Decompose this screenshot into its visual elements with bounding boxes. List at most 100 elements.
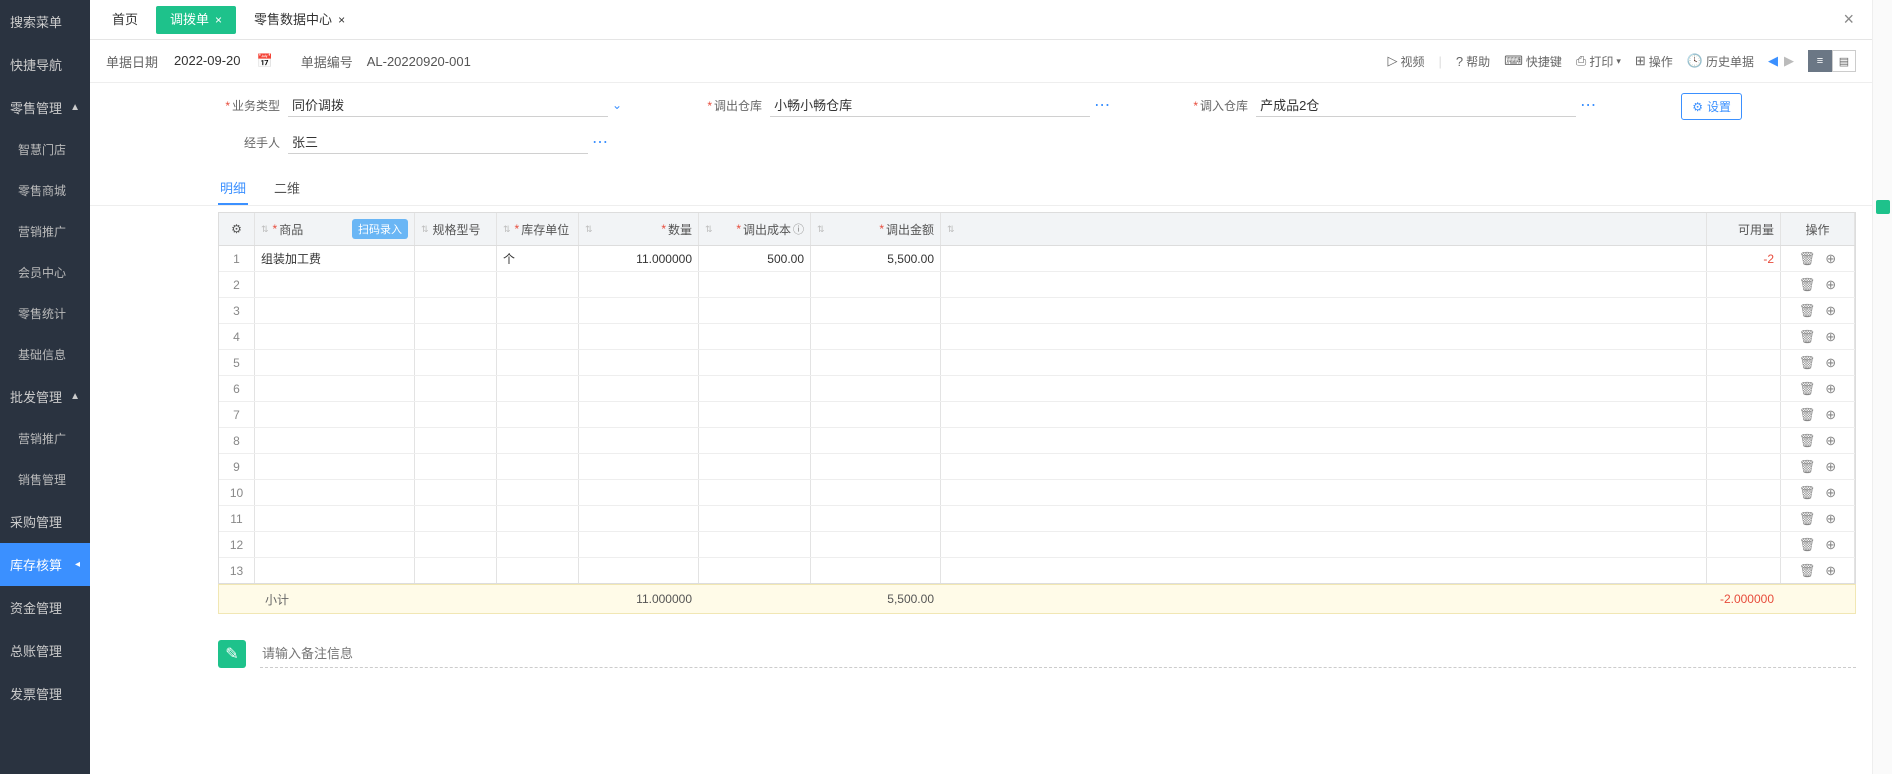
- delete-icon[interactable]: 🗑: [1796, 407, 1819, 423]
- cell-unit[interactable]: 个: [497, 246, 579, 271]
- cell-spec[interactable]: [415, 454, 497, 479]
- cell-product[interactable]: [255, 558, 415, 583]
- cell-qty[interactable]: [579, 532, 699, 557]
- sidebar-item[interactable]: 快捷导航: [0, 43, 90, 86]
- sidebar-item[interactable]: 零售商城: [0, 170, 90, 211]
- chevron-down-icon[interactable]: ⌄: [612, 98, 622, 112]
- cell-amount[interactable]: [811, 298, 941, 323]
- sort-icon[interactable]: ⇅: [947, 224, 955, 235]
- remark-input[interactable]: [260, 640, 1856, 668]
- sort-icon[interactable]: ⇅: [585, 224, 593, 235]
- cell-spec[interactable]: [415, 480, 497, 505]
- cell-spec[interactable]: [415, 272, 497, 297]
- scan-button[interactable]: 扫码录入: [352, 219, 408, 239]
- cell-cost[interactable]: [699, 506, 811, 531]
- cell-unit[interactable]: [497, 324, 579, 349]
- cell-qty[interactable]: [579, 454, 699, 479]
- sidebar-item[interactable]: 会员中心: [0, 252, 90, 293]
- table-row[interactable]: 11🗑⊕: [219, 506, 1855, 532]
- add-icon[interactable]: ⊕: [1822, 563, 1839, 579]
- cell-cost[interactable]: [699, 558, 811, 583]
- sort-icon[interactable]: ⇅: [705, 224, 713, 235]
- delete-icon[interactable]: 🗑: [1796, 277, 1819, 293]
- cell-unit[interactable]: [497, 428, 579, 453]
- cell-spec[interactable]: [415, 428, 497, 453]
- table-row[interactable]: 10🗑⊕: [219, 480, 1855, 506]
- cell-unit[interactable]: [497, 532, 579, 557]
- table-row[interactable]: 7🗑⊕: [219, 402, 1855, 428]
- cell-spec[interactable]: [415, 376, 497, 401]
- delete-icon[interactable]: 🗑: [1796, 329, 1819, 345]
- cell-qty[interactable]: [579, 428, 699, 453]
- cell-unit[interactable]: [497, 506, 579, 531]
- delete-icon[interactable]: 🗑: [1796, 251, 1819, 267]
- table-row[interactable]: 9🗑⊕: [219, 454, 1855, 480]
- cell-cost[interactable]: [699, 480, 811, 505]
- add-icon[interactable]: ⊕: [1822, 459, 1839, 475]
- cell-qty[interactable]: [579, 298, 699, 323]
- sidebar-item[interactable]: 资金管理: [0, 586, 90, 629]
- cell-qty[interactable]: [579, 324, 699, 349]
- cell-unit[interactable]: [497, 272, 579, 297]
- cell-product[interactable]: 组装加工费: [255, 246, 415, 271]
- cell-spec[interactable]: [415, 506, 497, 531]
- cell-amount[interactable]: [811, 480, 941, 505]
- cell-unit[interactable]: [497, 454, 579, 479]
- prev-doc-icon[interactable]: ◀: [1768, 53, 1778, 69]
- table-row[interactable]: 1组装加工费个11.000000500.005,500.00-2🗑⊕: [219, 246, 1855, 272]
- ops-button[interactable]: ⊞操作: [1635, 53, 1673, 70]
- info-icon[interactable]: ⓘ: [793, 221, 804, 237]
- cell-amount[interactable]: [811, 272, 941, 297]
- cell-cost[interactable]: [699, 324, 811, 349]
- cell-amount[interactable]: [811, 558, 941, 583]
- cell-qty[interactable]: [579, 506, 699, 531]
- sidebar-item[interactable]: 营销推广: [0, 211, 90, 252]
- col-unit[interactable]: ⇅*库存单位: [497, 213, 579, 245]
- cell-qty[interactable]: [579, 402, 699, 427]
- table-row[interactable]: 2🗑⊕: [219, 272, 1855, 298]
- cell-product[interactable]: [255, 402, 415, 427]
- cell-qty[interactable]: [579, 376, 699, 401]
- cell-product[interactable]: [255, 532, 415, 557]
- next-doc-icon[interactable]: ▶: [1784, 53, 1794, 69]
- cell-unit[interactable]: [497, 402, 579, 427]
- print-button[interactable]: ⎙打印▾: [1576, 53, 1621, 70]
- cell-qty[interactable]: 11.000000: [579, 246, 699, 271]
- cell-qty[interactable]: [579, 480, 699, 505]
- cell-product[interactable]: [255, 272, 415, 297]
- more-icon[interactable]: ⋯: [1094, 95, 1108, 115]
- sidebar-item[interactable]: 搜索菜单: [0, 0, 90, 43]
- col-cost[interactable]: ⇅*调出成本ⓘ: [699, 213, 811, 245]
- add-icon[interactable]: ⊕: [1822, 537, 1839, 553]
- tab[interactable]: 调拨单×: [156, 6, 236, 34]
- delete-icon[interactable]: 🗑: [1796, 433, 1819, 449]
- add-icon[interactable]: ⊕: [1822, 329, 1839, 345]
- cell-spec[interactable]: [415, 324, 497, 349]
- cell-product[interactable]: [255, 376, 415, 401]
- handler-input[interactable]: [288, 130, 588, 154]
- sort-icon[interactable]: ⇅: [817, 224, 825, 235]
- col-gear[interactable]: ⚙: [219, 213, 255, 245]
- more-icon[interactable]: ⋯: [1580, 95, 1594, 115]
- col-amount[interactable]: ⇅*调出金额: [811, 213, 941, 245]
- cell-qty[interactable]: [579, 272, 699, 297]
- add-icon[interactable]: ⊕: [1822, 485, 1839, 501]
- sidebar-item[interactable]: 营销推广: [0, 418, 90, 459]
- sidebar-item[interactable]: 发票管理: [0, 672, 90, 715]
- delete-icon[interactable]: 🗑: [1796, 511, 1819, 527]
- shortcut-button[interactable]: ⌨快捷键: [1504, 53, 1562, 70]
- cell-unit[interactable]: [497, 298, 579, 323]
- add-icon[interactable]: ⊕: [1822, 433, 1839, 449]
- cell-unit[interactable]: [497, 350, 579, 375]
- close-page-icon[interactable]: ×: [1833, 9, 1864, 30]
- delete-icon[interactable]: 🗑: [1796, 459, 1819, 475]
- tab[interactable]: 首页: [98, 6, 152, 34]
- cell-spec[interactable]: [415, 298, 497, 323]
- cell-spec[interactable]: [415, 246, 497, 271]
- cell-amount[interactable]: [811, 532, 941, 557]
- cell-product[interactable]: [255, 506, 415, 531]
- card-view-icon[interactable]: ▤: [1832, 50, 1856, 72]
- sidebar-item[interactable]: 基础信息: [0, 334, 90, 375]
- add-icon[interactable]: ⊕: [1822, 381, 1839, 397]
- delete-icon[interactable]: 🗑: [1796, 485, 1819, 501]
